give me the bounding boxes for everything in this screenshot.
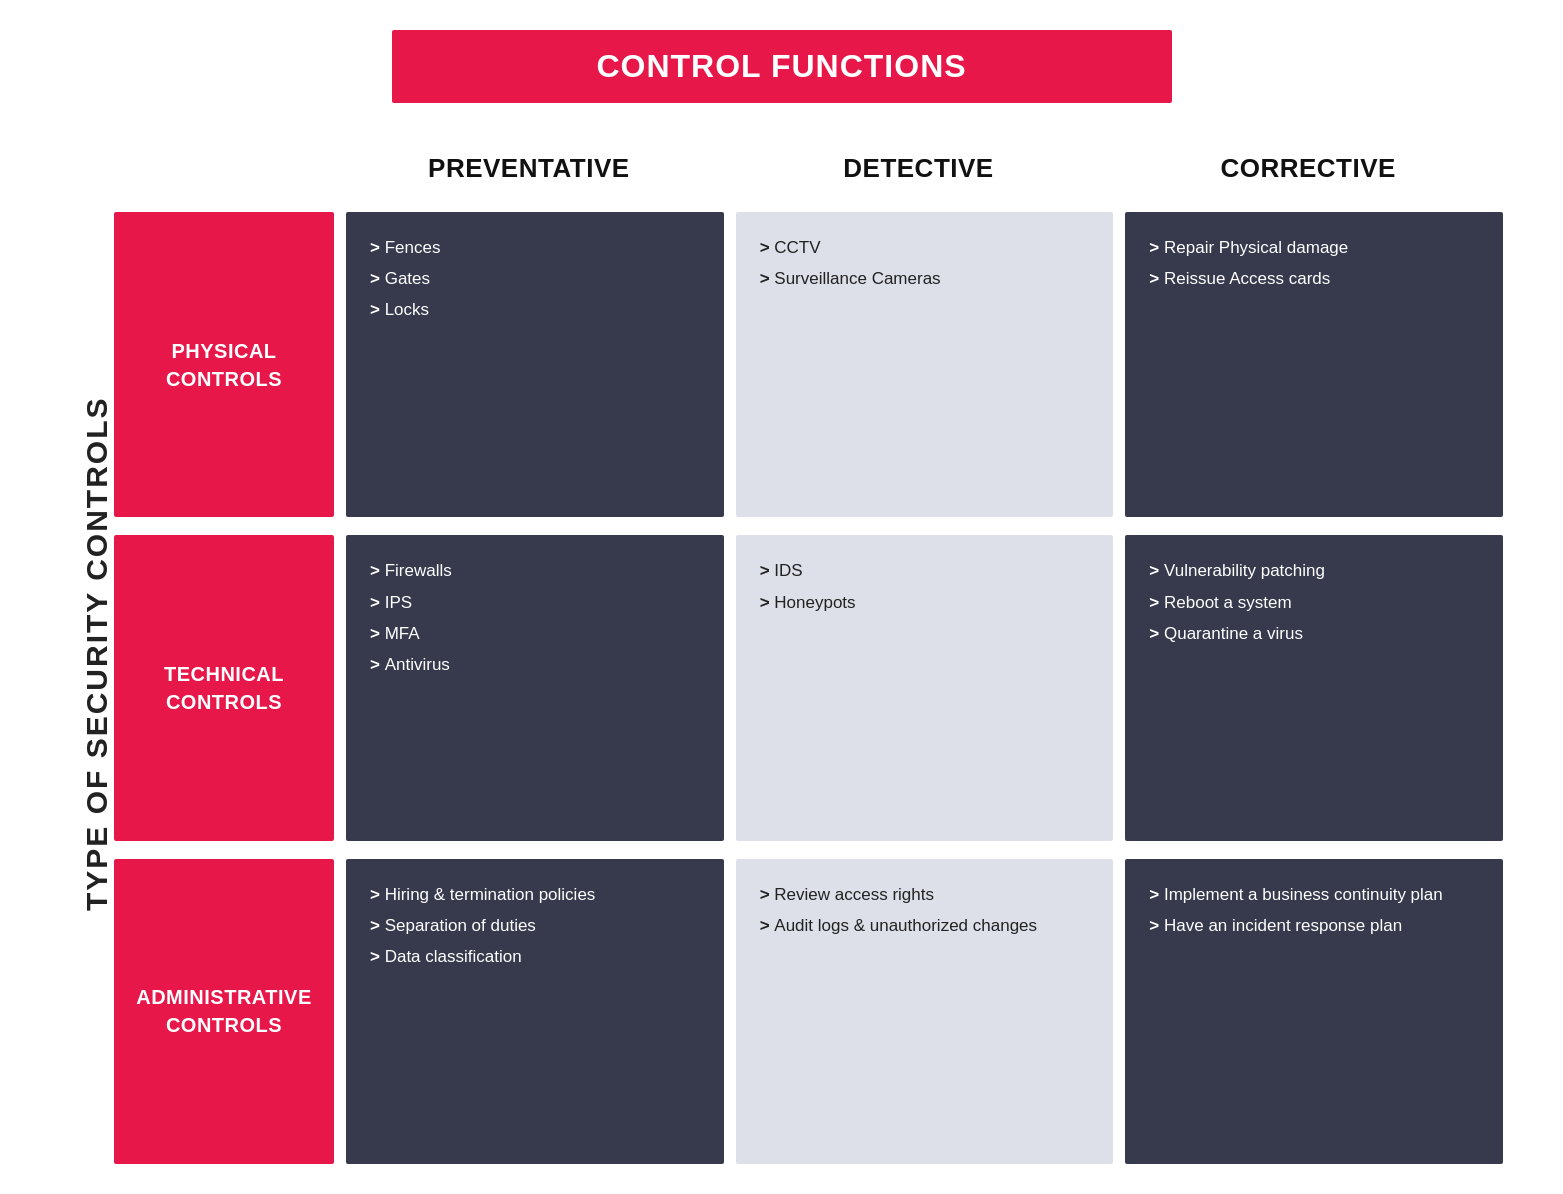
cell-item: Firewalls (370, 557, 700, 584)
row-label: ADMINISTRATIVECONTROLS (114, 859, 334, 1164)
col-header-detective: DETECTIVE (724, 143, 1114, 194)
y-axis-label: TYPE OF SECURITY CONTROLS (60, 143, 114, 1164)
col-headers: PREVENTATIVE DETECTIVE CORRECTIVE (114, 143, 1503, 194)
cell-preventative: Hiring & termination policies Separation … (346, 859, 724, 1164)
cell-item: Quarantine a virus (1149, 620, 1479, 647)
rows-area: PHYSICALCONTROLS Fences Gates Locks CCTV Surv… (114, 212, 1503, 1164)
cell-corrective: Repair Physical damage Reissue Access car… (1125, 212, 1503, 517)
cell-corrective: Implement a business continuity plan Have… (1125, 859, 1503, 1164)
cell-item: Surveillance Cameras (760, 265, 1090, 292)
cell-item: IPS (370, 589, 700, 616)
cell-item: Reboot a system (1149, 589, 1479, 616)
title-bar: CONTROL FUNCTIONS (392, 30, 1172, 103)
col-header-corrective: CORRECTIVE (1113, 143, 1503, 194)
cell-corrective: Vulnerability patching Reboot a system Qua… (1125, 535, 1503, 840)
cell-detective: IDS Honeypots (736, 535, 1114, 840)
cell-item: CCTV (760, 234, 1090, 261)
cell-item: IDS (760, 557, 1090, 584)
table-row: TECHNICALCONTROLS Firewalls IPS MFA Antiviru… (114, 535, 1503, 840)
table-area: PREVENTATIVE DETECTIVE CORRECTIVE PHYSIC… (114, 143, 1503, 1164)
cell-item: Data classification (370, 943, 700, 970)
cell-item: Locks (370, 296, 700, 323)
cell-item: Implement a business continuity plan (1149, 881, 1479, 908)
cell-item: Hiring & termination policies (370, 881, 700, 908)
cell-item: Review access rights (760, 881, 1090, 908)
col-header-empty (114, 143, 334, 194)
cell-item: MFA (370, 620, 700, 647)
cell-preventative: Fences Gates Locks (346, 212, 724, 517)
cell-item: Repair Physical damage (1149, 234, 1479, 261)
row-label: TECHNICALCONTROLS (114, 535, 334, 840)
cell-item: Separation of duties (370, 912, 700, 939)
cell-item: Have an incident response plan (1149, 912, 1479, 939)
page-title: CONTROL FUNCTIONS (432, 48, 1132, 85)
row-label: PHYSICALCONTROLS (114, 212, 334, 517)
main-layout: TYPE OF SECURITY CONTROLS PREVENTATIVE D… (60, 143, 1503, 1164)
cell-detective: Review access rights Audit logs & unautho… (736, 859, 1114, 1164)
cell-preventative: Firewalls IPS MFA Antivirus (346, 535, 724, 840)
cell-item: Vulnerability patching (1149, 557, 1479, 584)
cell-item: Gates (370, 265, 700, 292)
table-row: PHYSICALCONTROLS Fences Gates Locks CCTV Surv… (114, 212, 1503, 517)
cell-item: Antivirus (370, 651, 700, 678)
cell-item: Fences (370, 234, 700, 261)
cell-item: Honeypots (760, 589, 1090, 616)
table-row: ADMINISTRATIVECONTROLSHiring & terminati… (114, 859, 1503, 1164)
cell-detective: CCTV Surveillance Cameras (736, 212, 1114, 517)
cell-item: Audit logs & unauthorized changes (760, 912, 1090, 939)
col-header-preventative: PREVENTATIVE (334, 143, 724, 194)
cell-item: Reissue Access cards (1149, 265, 1479, 292)
